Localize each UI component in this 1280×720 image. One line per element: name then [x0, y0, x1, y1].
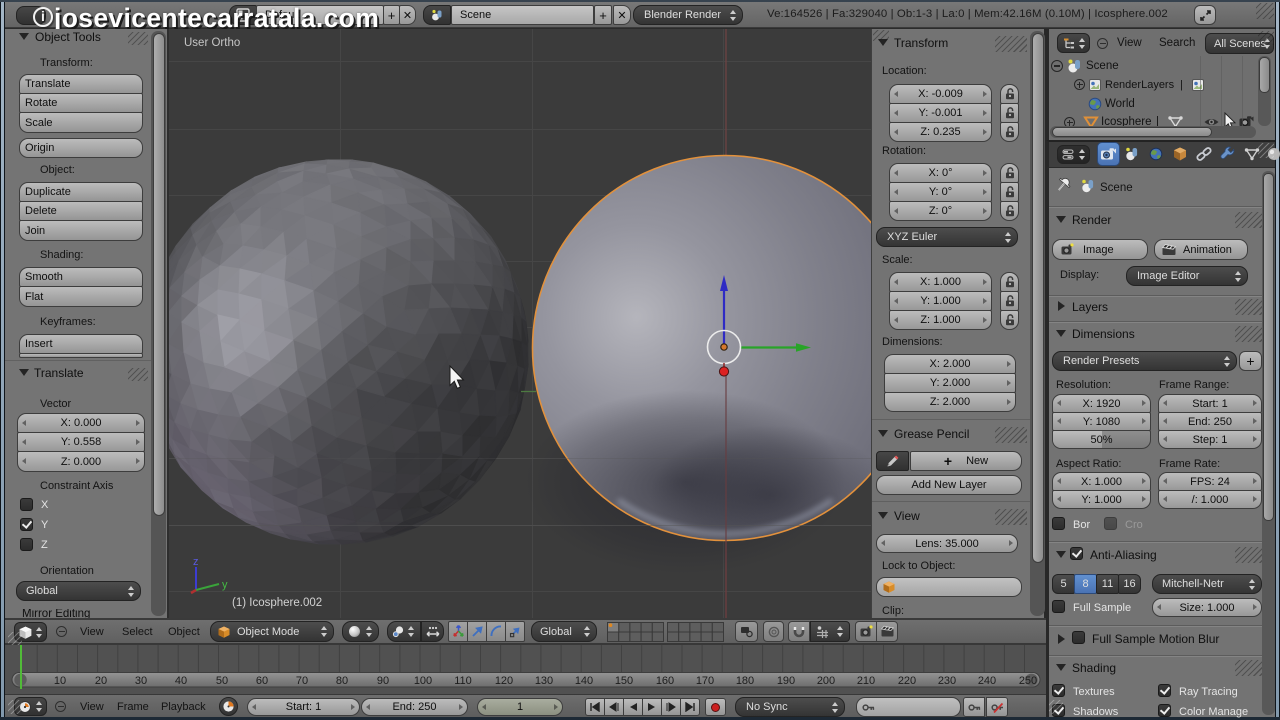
svg-text:120: 120 [495, 675, 513, 687]
svg-text:130: 130 [535, 675, 553, 687]
svg-text:70: 70 [296, 675, 308, 687]
svg-text:190: 190 [777, 675, 795, 687]
svg-text:50: 50 [216, 675, 228, 687]
svg-text:220: 220 [898, 675, 916, 687]
svg-text:210: 210 [857, 675, 875, 687]
svg-text:80: 80 [336, 675, 348, 687]
svg-text:230: 230 [938, 675, 956, 687]
svg-text:30: 30 [135, 675, 147, 687]
svg-text:110: 110 [454, 675, 472, 687]
svg-text:(1) Icosphere.002: (1) Icosphere.002 [232, 597, 322, 609]
svg-text:60: 60 [256, 675, 268, 687]
svg-text:y: y [222, 579, 228, 591]
svg-text:250: 250 [1019, 675, 1037, 687]
svg-text:20: 20 [95, 675, 107, 687]
svg-text:240: 240 [978, 675, 996, 687]
svg-text:170: 170 [696, 675, 714, 687]
svg-text:10: 10 [54, 675, 66, 687]
svg-text:140: 140 [575, 675, 593, 687]
svg-text:150: 150 [615, 675, 633, 687]
svg-text:180: 180 [736, 675, 754, 687]
svg-text:40: 40 [175, 675, 187, 687]
svg-text:200: 200 [817, 675, 835, 687]
svg-text:90: 90 [377, 675, 389, 687]
svg-text:z: z [193, 556, 199, 568]
svg-text:User Ortho: User Ortho [184, 37, 240, 49]
svg-text:100: 100 [414, 675, 432, 687]
svg-text:160: 160 [656, 675, 674, 687]
